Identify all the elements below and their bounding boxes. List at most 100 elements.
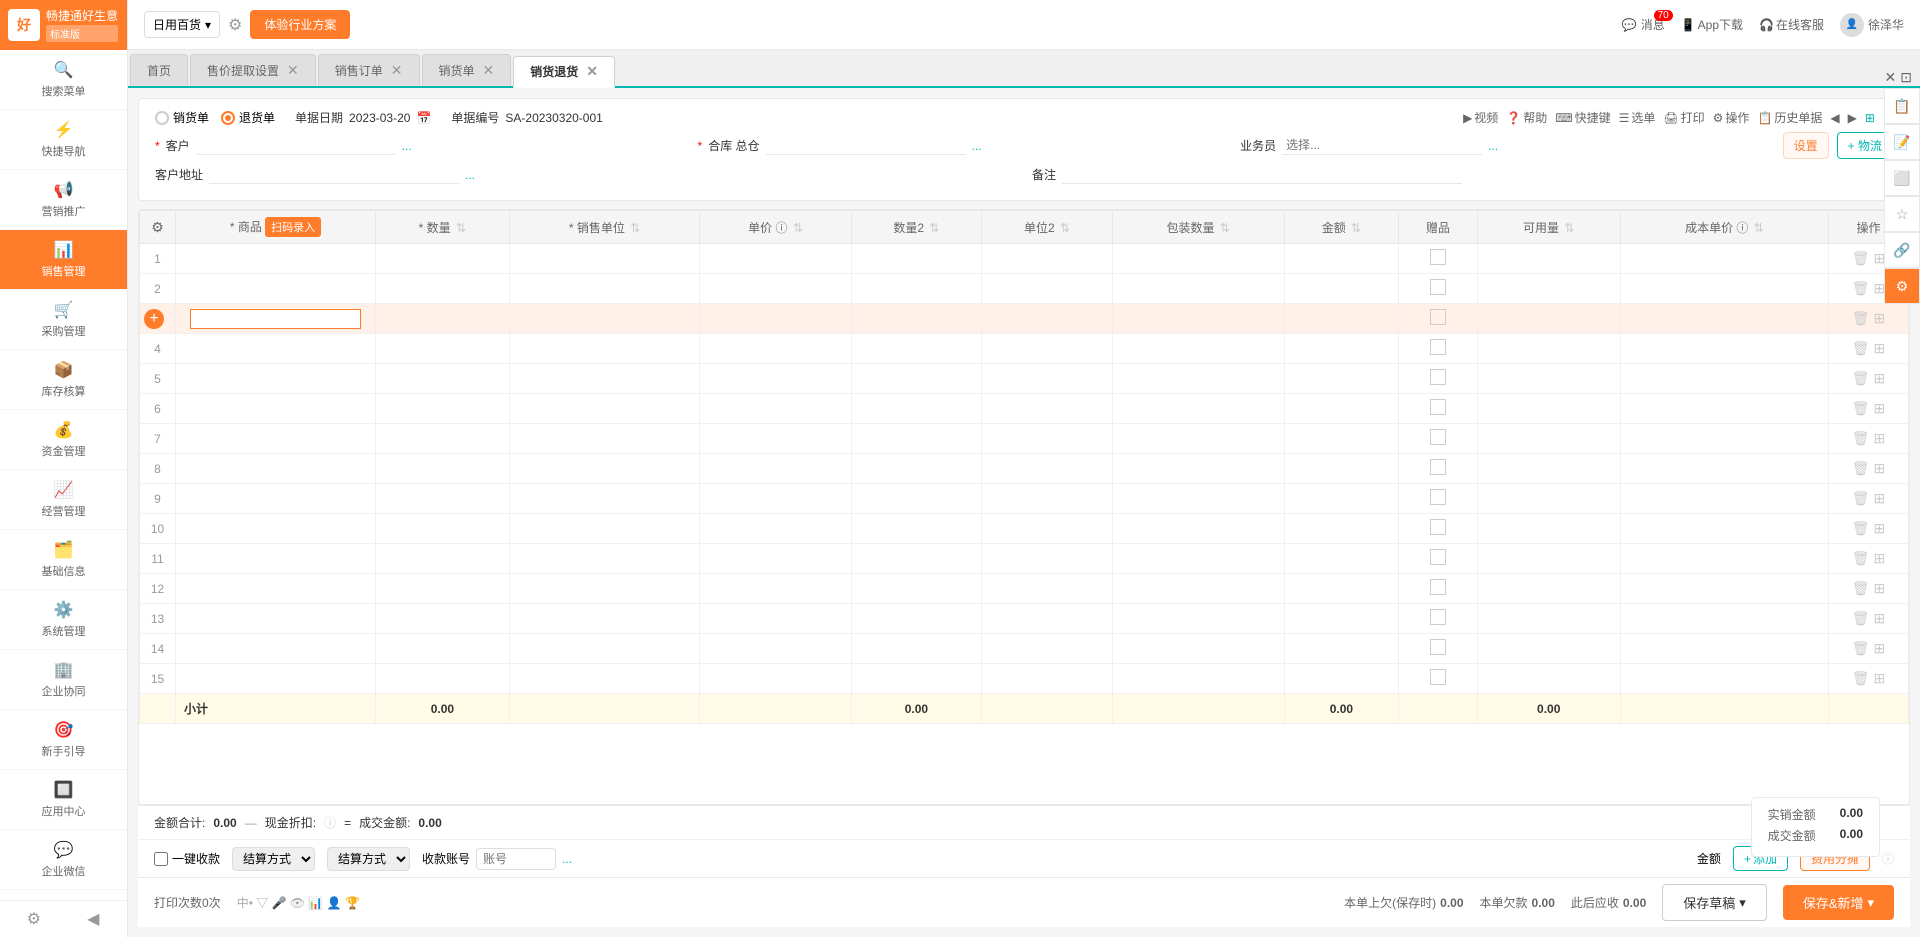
row-available[interactable] xyxy=(1477,634,1620,664)
row-unit2[interactable] xyxy=(982,394,1113,424)
row-available[interactable] xyxy=(1477,514,1620,544)
row-price[interactable] xyxy=(700,244,851,274)
warehouse-picker-btn[interactable]: ... xyxy=(972,139,982,153)
row-cost-price[interactable] xyxy=(1620,664,1828,694)
row-unit2[interactable] xyxy=(982,364,1113,394)
calendar-icon[interactable]: 📅 xyxy=(416,111,431,125)
row-cost-price[interactable] xyxy=(1620,304,1828,334)
row-qty2[interactable] xyxy=(851,604,982,634)
row-qty2[interactable] xyxy=(851,274,982,304)
row-qty2[interactable] xyxy=(851,244,982,274)
row-pkg-qty[interactable] xyxy=(1112,514,1284,544)
row-price[interactable] xyxy=(700,484,851,514)
delete-row-btn[interactable]: 🗑 xyxy=(1852,430,1870,447)
row-price[interactable] xyxy=(700,304,851,334)
row-product[interactable] xyxy=(176,304,376,334)
sidebar-collapse-btn[interactable]: ◀ xyxy=(68,909,120,929)
row-quantity[interactable] xyxy=(376,574,510,604)
sidebar-item-inventory[interactable]: 📦库存核算 xyxy=(0,350,127,410)
barcode-btn[interactable]: 扫码录入 xyxy=(265,217,321,237)
row-available[interactable] xyxy=(1477,664,1620,694)
row-product[interactable] xyxy=(176,364,376,394)
copy-row-btn[interactable]: ⊞ xyxy=(1874,520,1886,537)
gift-checkbox[interactable] xyxy=(1430,429,1446,445)
copy-row-btn[interactable]: ⊞ xyxy=(1874,670,1886,687)
row-pkg-qty[interactable] xyxy=(1112,394,1284,424)
gift-checkbox[interactable] xyxy=(1430,309,1446,325)
row-available[interactable] xyxy=(1477,484,1620,514)
row-cost-price[interactable] xyxy=(1620,244,1828,274)
row-pkg-qty[interactable] xyxy=(1112,274,1284,304)
customer-input[interactable] xyxy=(196,136,396,155)
copy-row-btn[interactable]: ⊞ xyxy=(1874,640,1886,657)
row-unit2[interactable] xyxy=(982,574,1113,604)
sidebar-item-guide[interactable]: 🎯新手引导 xyxy=(0,710,127,770)
row-amount[interactable] xyxy=(1284,274,1399,304)
row-pkg-qty[interactable] xyxy=(1112,484,1284,514)
sidebar-item-operation[interactable]: 📈经营管理 xyxy=(0,470,127,530)
sidebar-item-purchase[interactable]: 🛒采购管理 xyxy=(0,290,127,350)
select-order-btn[interactable]: ☰ 选单 xyxy=(1619,109,1656,126)
row-available[interactable] xyxy=(1477,364,1620,394)
tab-delivery[interactable]: 销货单✕ xyxy=(422,54,512,86)
row-price[interactable] xyxy=(700,514,851,544)
row-unit2[interactable] xyxy=(982,304,1113,334)
gift-checkbox[interactable] xyxy=(1430,249,1446,265)
settings-btn[interactable]: 设置 xyxy=(1783,132,1829,159)
delete-row-btn[interactable]: 🗑 xyxy=(1852,640,1870,657)
app-download-btn[interactable]: 📱 App下载 xyxy=(1681,16,1743,33)
delete-row-btn[interactable]: 🗑 xyxy=(1852,610,1870,627)
account-picker-btn[interactable]: ... xyxy=(562,852,572,866)
row-product[interactable] xyxy=(176,244,376,274)
row-cost-price[interactable] xyxy=(1620,394,1828,424)
delete-row-btn[interactable]: 🗑 xyxy=(1852,580,1870,597)
sidebar-item-app[interactable]: 🔲应用中心 xyxy=(0,770,127,830)
row-pkg-qty[interactable] xyxy=(1112,604,1284,634)
row-price[interactable] xyxy=(700,364,851,394)
row-quantity[interactable] xyxy=(376,364,510,394)
print-btn[interactable]: 🖨 打印 xyxy=(1663,109,1704,126)
row-quantity[interactable] xyxy=(376,244,510,274)
row-available[interactable] xyxy=(1477,394,1620,424)
copy-row-btn[interactable]: ⊞ xyxy=(1874,430,1886,447)
row-unit[interactable] xyxy=(509,454,700,484)
right-panel-grid[interactable]: ⬜ xyxy=(1884,160,1920,196)
row-price[interactable] xyxy=(700,454,851,484)
row-product[interactable] xyxy=(176,574,376,604)
sidebar-item-marketing[interactable]: 📢营销推广 xyxy=(0,170,127,230)
row-unit[interactable] xyxy=(509,244,700,274)
row-amount[interactable] xyxy=(1284,514,1399,544)
tab-price[interactable]: 售价提取设置✕ xyxy=(190,54,316,86)
delete-row-btn[interactable]: 🗑 xyxy=(1852,250,1870,267)
copy-row-btn[interactable]: ⊞ xyxy=(1874,370,1886,387)
row-amount[interactable] xyxy=(1284,394,1399,424)
row-unit2[interactable] xyxy=(982,484,1113,514)
gift-checkbox[interactable] xyxy=(1430,549,1446,565)
row-available[interactable] xyxy=(1477,454,1620,484)
delete-row-btn[interactable]: 🗑 xyxy=(1852,340,1870,357)
row-pkg-qty[interactable] xyxy=(1112,544,1284,574)
row-price[interactable] xyxy=(700,664,851,694)
right-panel-clipboard[interactable]: 📋 xyxy=(1884,88,1920,124)
industry-dropdown[interactable]: 日用百货 ▾ xyxy=(144,11,220,38)
row-unit[interactable] xyxy=(509,394,700,424)
row-amount[interactable] xyxy=(1284,454,1399,484)
sidebar-item-enterprise[interactable]: 🏢企业协同 xyxy=(0,650,127,710)
row-quantity[interactable] xyxy=(376,394,510,424)
row-amount[interactable] xyxy=(1284,574,1399,604)
history-btn[interactable]: 📋 历史单据 xyxy=(1757,109,1822,126)
row-unit2[interactable] xyxy=(982,244,1113,274)
row-available[interactable] xyxy=(1477,604,1620,634)
row-amount[interactable] xyxy=(1284,664,1399,694)
gift-checkbox[interactable] xyxy=(1430,399,1446,415)
row-price[interactable] xyxy=(700,424,851,454)
user-profile[interactable]: 👤 徐泽华 xyxy=(1840,13,1904,37)
row-amount[interactable] xyxy=(1284,304,1399,334)
close-window-btn[interactable]: ✕ xyxy=(1885,69,1897,86)
row-unit2[interactable] xyxy=(982,424,1113,454)
row-pkg-qty[interactable] xyxy=(1112,454,1284,484)
delete-row-btn[interactable]: 🗑 xyxy=(1852,520,1870,537)
delete-row-btn[interactable]: 🗑 xyxy=(1852,310,1870,327)
help-btn[interactable]: ❓ 帮助 xyxy=(1506,109,1547,126)
row-quantity[interactable] xyxy=(376,544,510,574)
